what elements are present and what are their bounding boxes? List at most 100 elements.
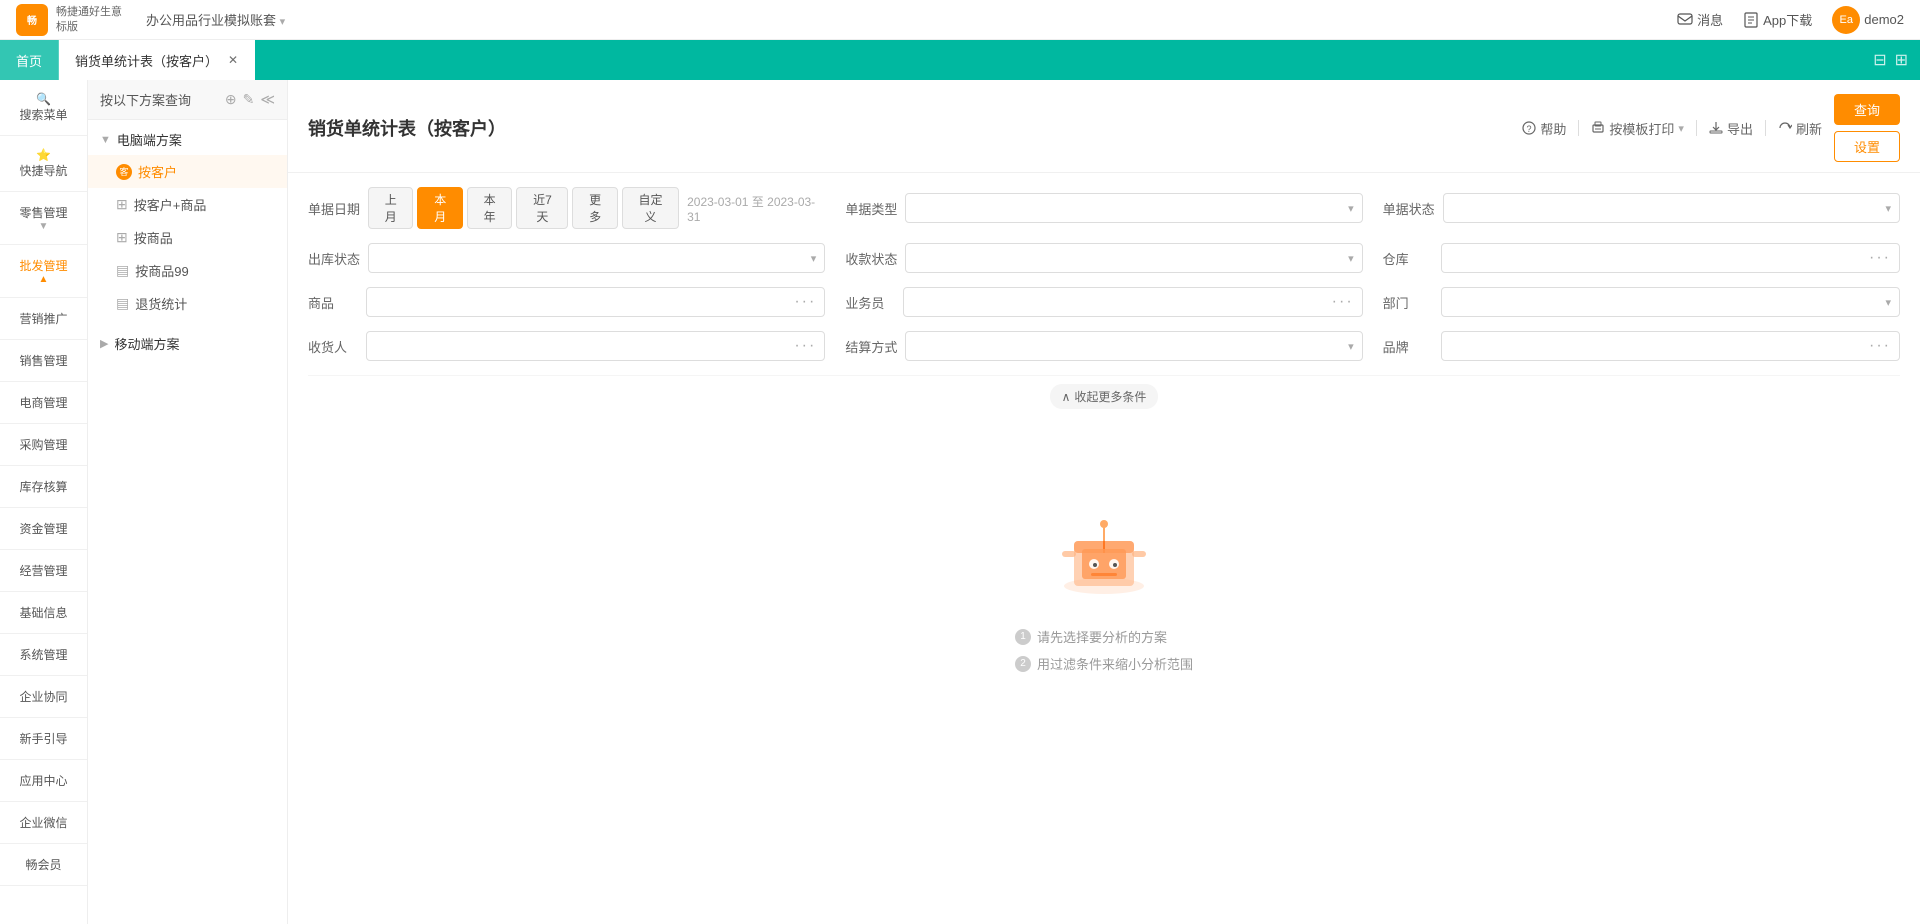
- tab-maximize-icon[interactable]: ⊞: [1895, 50, 1908, 70]
- settlement-input[interactable]: ▾: [905, 331, 1362, 361]
- logo-icon: 畅: [16, 4, 48, 36]
- filter-item-collect-status: 收款状态 ▾: [845, 243, 1362, 273]
- sidebar-item-retail[interactable]: 零售管理 ▼: [0, 192, 87, 245]
- scheme-panel: 按以下方案查询 ⊕ ✎ ≪ ▼ 电脑端方案 客 按客户: [88, 80, 288, 924]
- sidebar-item-ecommerce[interactable]: 电商管理: [0, 382, 87, 424]
- scheme-group-pc-header[interactable]: ▼ 电脑端方案: [88, 124, 287, 155]
- scheme-collapse-btn[interactable]: ≪: [260, 91, 275, 108]
- date-label: 单据日期: [308, 199, 360, 218]
- empty-state: 1 请先选择要分析的方案 2 用过滤条件来缩小分析范围: [288, 431, 1920, 733]
- settlement-label: 结算方式: [845, 337, 897, 356]
- receiver-label: 收货人: [308, 337, 358, 356]
- sidebar-item-basics[interactable]: 基础信息: [0, 592, 87, 634]
- sidebar-item-marketing[interactable]: 营销推广: [0, 298, 87, 340]
- scheme-group-mobile-header[interactable]: ▶ 移动端方案: [88, 328, 287, 359]
- filter-item-brand: 品牌 ···: [1383, 331, 1900, 361]
- sidebar-item-app-center[interactable]: 应用中心: [0, 760, 87, 802]
- page-actions: ? 帮助 按模板打印 ▾ 导出: [1522, 94, 1900, 162]
- salesperson-label: 业务员: [845, 293, 895, 312]
- dept-input[interactable]: ▾: [1441, 287, 1900, 317]
- scheme-item-by-goods[interactable]: ⊞ 按商品: [88, 221, 287, 254]
- tab-close-icon[interactable]: ✕: [228, 53, 238, 67]
- svg-text:?: ?: [1527, 124, 1532, 134]
- sidebar-item-wholesale[interactable]: 批发管理 ▲: [0, 245, 87, 298]
- doc-status-input[interactable]: ▾: [1443, 193, 1900, 223]
- settings-btn[interactable]: 设置: [1834, 131, 1900, 162]
- sidebar-item-operations[interactable]: 经营管理: [0, 550, 87, 592]
- scheme-item-return-stat[interactable]: ▤ 退货统计: [88, 287, 287, 320]
- divider-1: [1578, 120, 1579, 136]
- filter-item-doc-type: 单据类型 ▾: [845, 193, 1362, 223]
- main-content: 销货单统计表（按客户） ? 帮助 按模板打印 ▾ 导出: [288, 80, 1920, 924]
- doc-status-chevron: ▾: [1885, 202, 1891, 215]
- date-btn-custom[interactable]: 自定义: [622, 187, 679, 229]
- filter-row-4: 收货人 ··· 结算方式 ▾ 品牌: [308, 331, 1900, 361]
- scheme-add-btn[interactable]: ⊕: [225, 91, 237, 108]
- collapse-btn[interactable]: ∧ 收起更多条件: [1050, 384, 1159, 409]
- sidebar-item-purchase[interactable]: 采购管理: [0, 424, 87, 466]
- date-btn-7days[interactable]: 近7天: [516, 187, 568, 229]
- logo-text: 畅捷通好生意 标版: [56, 5, 122, 34]
- sidebar-item-quick-nav[interactable]: ⭐ 快捷导航: [0, 136, 87, 192]
- filter-row-1: 单据日期 上月 本月 本年 近7天 更多 自定义 2023-03-01 至 20…: [308, 187, 1900, 229]
- tab-home[interactable]: 首页: [0, 40, 59, 80]
- template-print-btn[interactable]: 按模板打印 ▾: [1591, 119, 1684, 138]
- industry-dropdown[interactable]: ▾: [280, 16, 286, 28]
- doc-type-label: 单据类型: [845, 199, 897, 218]
- out-status-input[interactable]: ▾: [368, 243, 825, 273]
- sidebar-item-sales[interactable]: 销售管理: [0, 340, 87, 382]
- scheme-edit-btn[interactable]: ✎: [243, 91, 255, 108]
- help-icon: ?: [1522, 121, 1536, 135]
- sidebar-item-newbie[interactable]: 新手引导: [0, 718, 87, 760]
- tip-num-1: 1: [1015, 629, 1031, 645]
- collapse-icon: ∧: [1062, 390, 1071, 404]
- collect-status-input[interactable]: ▾: [905, 243, 1362, 273]
- sidebar-item-finance[interactable]: 资金管理: [0, 508, 87, 550]
- date-btn-this-month[interactable]: 本月: [417, 187, 462, 229]
- help-btn[interactable]: ? 帮助: [1522, 119, 1566, 138]
- filter-item-settlement: 结算方式 ▾: [845, 331, 1362, 361]
- salesperson-input[interactable]: ···: [903, 287, 1362, 317]
- sidebar-item-search-menu[interactable]: 🔍 搜索菜单: [0, 80, 87, 136]
- header-right: 消息 App下载 Ea demo2: [1677, 6, 1904, 34]
- right-action-btns: 查询 设置: [1834, 94, 1900, 162]
- out-status-label: 出库状态: [308, 249, 360, 268]
- scheme-item-by-goods-99[interactable]: ▤ 按商品99: [88, 254, 287, 287]
- sidebar-item-corp-wechat[interactable]: 企业微信: [0, 802, 87, 844]
- message-btn[interactable]: 消息: [1677, 10, 1723, 29]
- doc-type-input[interactable]: ▾: [905, 193, 1362, 223]
- warehouse-input[interactable]: ···: [1441, 243, 1900, 273]
- scheme-circle-icon: 客: [116, 164, 132, 180]
- tab-minimize-icon[interactable]: ⊟: [1873, 50, 1886, 70]
- brand-input[interactable]: ···: [1441, 331, 1900, 361]
- export-btn[interactable]: 导出: [1709, 119, 1753, 138]
- dept-chevron: ▾: [1885, 296, 1891, 309]
- goods-input[interactable]: ···: [366, 287, 825, 317]
- scheme-item-by-customer-goods[interactable]: ⊞ 按客户+商品: [88, 188, 287, 221]
- date-btn-this-year[interactable]: 本年: [467, 187, 512, 229]
- refresh-btn[interactable]: 刷新: [1778, 119, 1822, 138]
- sidebar-item-inventory[interactable]: 库存核算: [0, 466, 87, 508]
- print-icon: [1591, 121, 1605, 135]
- tab-sales-stat[interactable]: 销货单统计表（按客户） ✕: [59, 40, 255, 80]
- scheme-group-pc: ▼ 电脑端方案 客 按客户 ⊞ 按客户+商品 ⊞ 按商品: [88, 120, 287, 324]
- receiver-input[interactable]: ···: [366, 331, 825, 361]
- date-filter: 单据日期 上月 本月 本年 近7天 更多 自定义 2023-03-01 至 20…: [308, 187, 825, 229]
- user-profile-btn[interactable]: Ea demo2: [1832, 6, 1904, 34]
- scheme-header-title: 按以下方案查询: [100, 90, 191, 109]
- app-download-btn[interactable]: App下载: [1743, 10, 1812, 29]
- filter-item-doc-status: 单据状态 ▾: [1383, 193, 1900, 223]
- scheme-group-mobile: ▶ 移动端方案: [88, 324, 287, 363]
- scheme-item-by-customer[interactable]: 客 按客户: [88, 155, 287, 188]
- tab-bar: 首页 销货单统计表（按客户） ✕ ⊟ ⊞: [0, 40, 1920, 80]
- date-btn-more[interactable]: 更多: [572, 187, 617, 229]
- filter-area: 单据日期 上月 本月 本年 近7天 更多 自定义 2023-03-01 至 20…: [288, 173, 1920, 431]
- sidebar-item-enterprise[interactable]: 企业协同: [0, 676, 87, 718]
- filter-item-goods: 商品 ···: [308, 287, 825, 317]
- avatar: Ea: [1832, 6, 1860, 34]
- date-btn-last-month[interactable]: 上月: [368, 187, 413, 229]
- query-btn[interactable]: 查询: [1834, 94, 1900, 125]
- sidebar-item-member[interactable]: 畅会员: [0, 844, 87, 886]
- sidebar-item-system[interactable]: 系统管理: [0, 634, 87, 676]
- divider-2: [1696, 120, 1697, 136]
